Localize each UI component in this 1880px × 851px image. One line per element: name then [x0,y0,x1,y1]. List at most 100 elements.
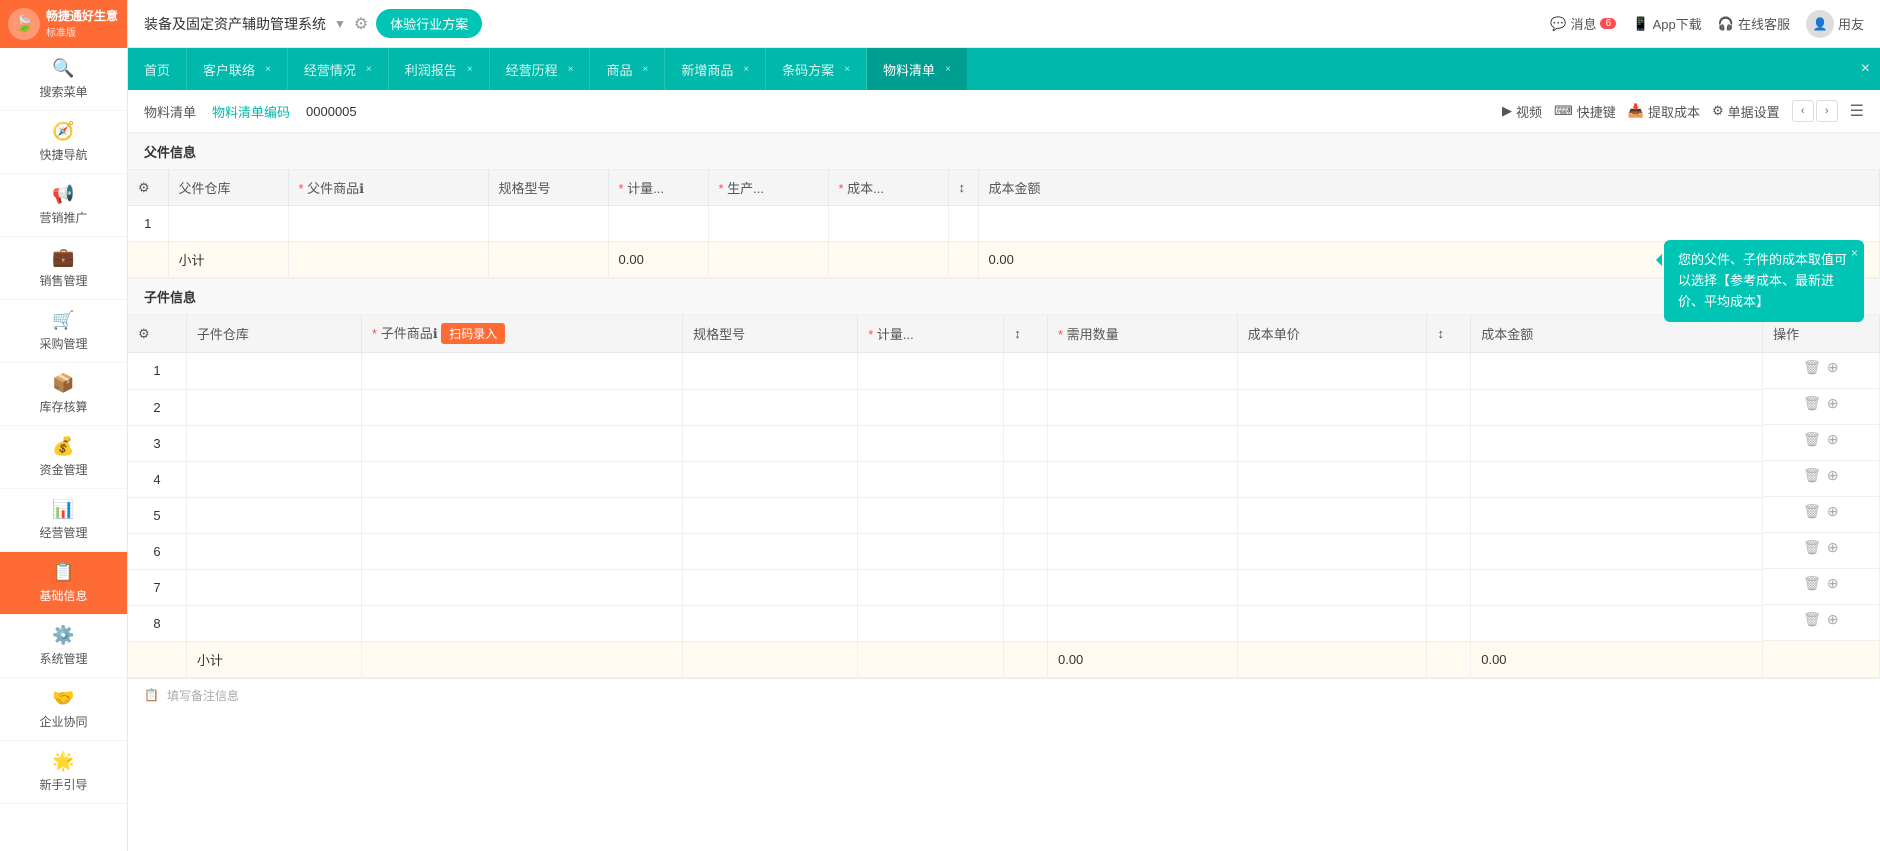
delete-icon[interactable]: 🗑 [1803,539,1821,562]
child-row-3-warehouse[interactable] [186,425,361,461]
tab-bom-close[interactable]: × [945,64,951,75]
settings-action[interactable]: ⚙ 单据设置 [1712,102,1780,121]
child-row-1-spec[interactable] [683,353,858,390]
parent-row-1-spec[interactable] [488,206,608,242]
tab-new-products[interactable]: 新增商品 × [665,48,766,90]
child-row-3-amount[interactable] [1471,425,1763,461]
child-row-6-warehouse[interactable] [186,533,361,569]
tab-barcode[interactable]: 条码方案 × [766,48,867,90]
copy-icon[interactable]: ⊕ [1827,611,1839,634]
tab-history-close[interactable]: × [568,64,574,75]
child-row-2-product[interactable] [362,389,683,425]
app-action[interactable]: 📱 App下载 [1632,14,1701,33]
copy-icon[interactable]: ⊕ [1827,539,1839,562]
sidebar-item-quick-nav[interactable]: 🧭 快捷导航 [0,111,127,174]
child-row-6-spec[interactable] [683,533,858,569]
child-row-2-warehouse[interactable] [186,389,361,425]
copy-icon[interactable]: ⊕ [1827,575,1839,598]
child-row-2-unit-cost[interactable] [1237,389,1427,425]
child-row-5-unit-cost[interactable] [1237,497,1427,533]
child-row-7-qty[interactable] [1047,569,1237,605]
child-row-8-qty[interactable] [1047,605,1237,641]
child-row-8-unit[interactable] [858,605,1004,641]
tab-barcode-close[interactable]: × [844,64,850,75]
parent-row-1-cost[interactable] [828,206,948,242]
child-row-6-unit-cost[interactable] [1237,533,1427,569]
parent-row-1-production[interactable] [708,206,828,242]
sidebar-item-marketing[interactable]: 📢 营销推广 [0,174,127,237]
child-row-8-warehouse[interactable] [186,605,361,641]
child-row-8-amount[interactable] [1471,605,1763,641]
delete-icon[interactable]: 🗑 [1803,359,1821,382]
child-row-6-product[interactable] [362,533,683,569]
support-action[interactable]: 🎧 在线客服 [1718,14,1790,33]
child-row-3-unit[interactable] [858,425,1004,461]
child-row-7-amount[interactable] [1471,569,1763,605]
child-row-1-unit[interactable] [858,353,1004,390]
child-row-1-warehouse[interactable] [186,353,361,390]
child-row-2-qty[interactable] [1047,389,1237,425]
parent-row-1-product[interactable] [288,206,488,242]
child-row-8-unit-cost[interactable] [1237,605,1427,641]
menu-icon[interactable]: ☰ [1850,101,1864,121]
copy-icon[interactable]: ⊕ [1827,467,1839,490]
tab-bom[interactable]: 物料清单 × [867,48,968,90]
copy-icon[interactable]: ⊕ [1827,359,1839,382]
child-row-1-product[interactable] [362,353,683,390]
child-row-4-unit[interactable] [858,461,1004,497]
sidebar-item-basics[interactable]: 📋 基础信息 [0,552,127,615]
parent-row-1-unit[interactable] [608,206,708,242]
child-row-5-product[interactable] [362,497,683,533]
child-row-8-spec[interactable] [683,605,858,641]
tab-operations-close[interactable]: × [366,64,372,75]
child-row-3-qty[interactable] [1047,425,1237,461]
child-row-3-product[interactable] [362,425,683,461]
delete-icon[interactable]: 🗑 [1803,611,1821,634]
sidebar-item-system[interactable]: ⚙️ 系统管理 [0,615,127,678]
tab-history[interactable]: 经营历程 × [490,48,591,90]
experience-button[interactable]: 体验行业方案 [376,9,482,38]
sidebar-item-guide[interactable]: 🌟 新手引导 [0,741,127,804]
sidebar-item-collab[interactable]: 🤝 企业协同 [0,678,127,741]
parent-row-1-warehouse[interactable] [168,206,288,242]
tooltip-close[interactable]: × [1851,244,1858,263]
child-row-1-amount[interactable] [1471,353,1763,390]
child-row-5-warehouse[interactable] [186,497,361,533]
sidebar-item-inventory[interactable]: 📦 库存核算 [0,363,127,426]
video-action[interactable]: ▶ 视频 [1502,102,1542,121]
tab-home[interactable]: 首页 [128,48,187,90]
delete-icon[interactable]: 🗑 [1803,575,1821,598]
tab-products[interactable]: 商品 × [590,48,665,90]
child-row-7-product[interactable] [362,569,683,605]
sidebar-item-search[interactable]: 🔍 搜索菜单 [0,48,127,111]
copy-icon[interactable]: ⊕ [1827,431,1839,454]
child-row-5-spec[interactable] [683,497,858,533]
scan-button[interactable]: 扫码录入 [441,323,505,344]
copy-icon[interactable]: ⊕ [1827,395,1839,418]
child-row-5-unit[interactable] [858,497,1004,533]
sidebar-item-purchase[interactable]: 🛒 采购管理 [0,300,127,363]
parent-col-settings[interactable]: ⚙ [128,170,168,206]
child-row-7-unit[interactable] [858,569,1004,605]
tab-products-close[interactable]: × [642,64,648,75]
delete-icon[interactable]: 🗑 [1803,431,1821,454]
nav-prev[interactable]: ‹ [1792,100,1814,122]
child-row-4-unit-cost[interactable] [1237,461,1427,497]
child-row-2-unit[interactable] [858,389,1004,425]
child-col-settings[interactable]: ⚙ [128,315,186,353]
child-row-3-unit-cost[interactable] [1237,425,1427,461]
child-row-1-qty[interactable] [1047,353,1237,390]
tab-operations[interactable]: 经营情况 × [288,48,389,90]
tab-new-products-close[interactable]: × [743,64,749,75]
child-row-2-amount[interactable] [1471,389,1763,425]
child-row-7-warehouse[interactable] [186,569,361,605]
child-row-1-unit-cost[interactable] [1237,353,1427,390]
child-row-4-warehouse[interactable] [186,461,361,497]
cost-action[interactable]: 📥 提取成本 [1628,102,1700,121]
sidebar-item-operations[interactable]: 📊 经营管理 [0,489,127,552]
child-row-5-qty[interactable] [1047,497,1237,533]
nav-next[interactable]: › [1816,100,1838,122]
child-row-6-unit[interactable] [858,533,1004,569]
tab-profit[interactable]: 利润报告 × [389,48,490,90]
copy-icon[interactable]: ⊕ [1827,503,1839,526]
